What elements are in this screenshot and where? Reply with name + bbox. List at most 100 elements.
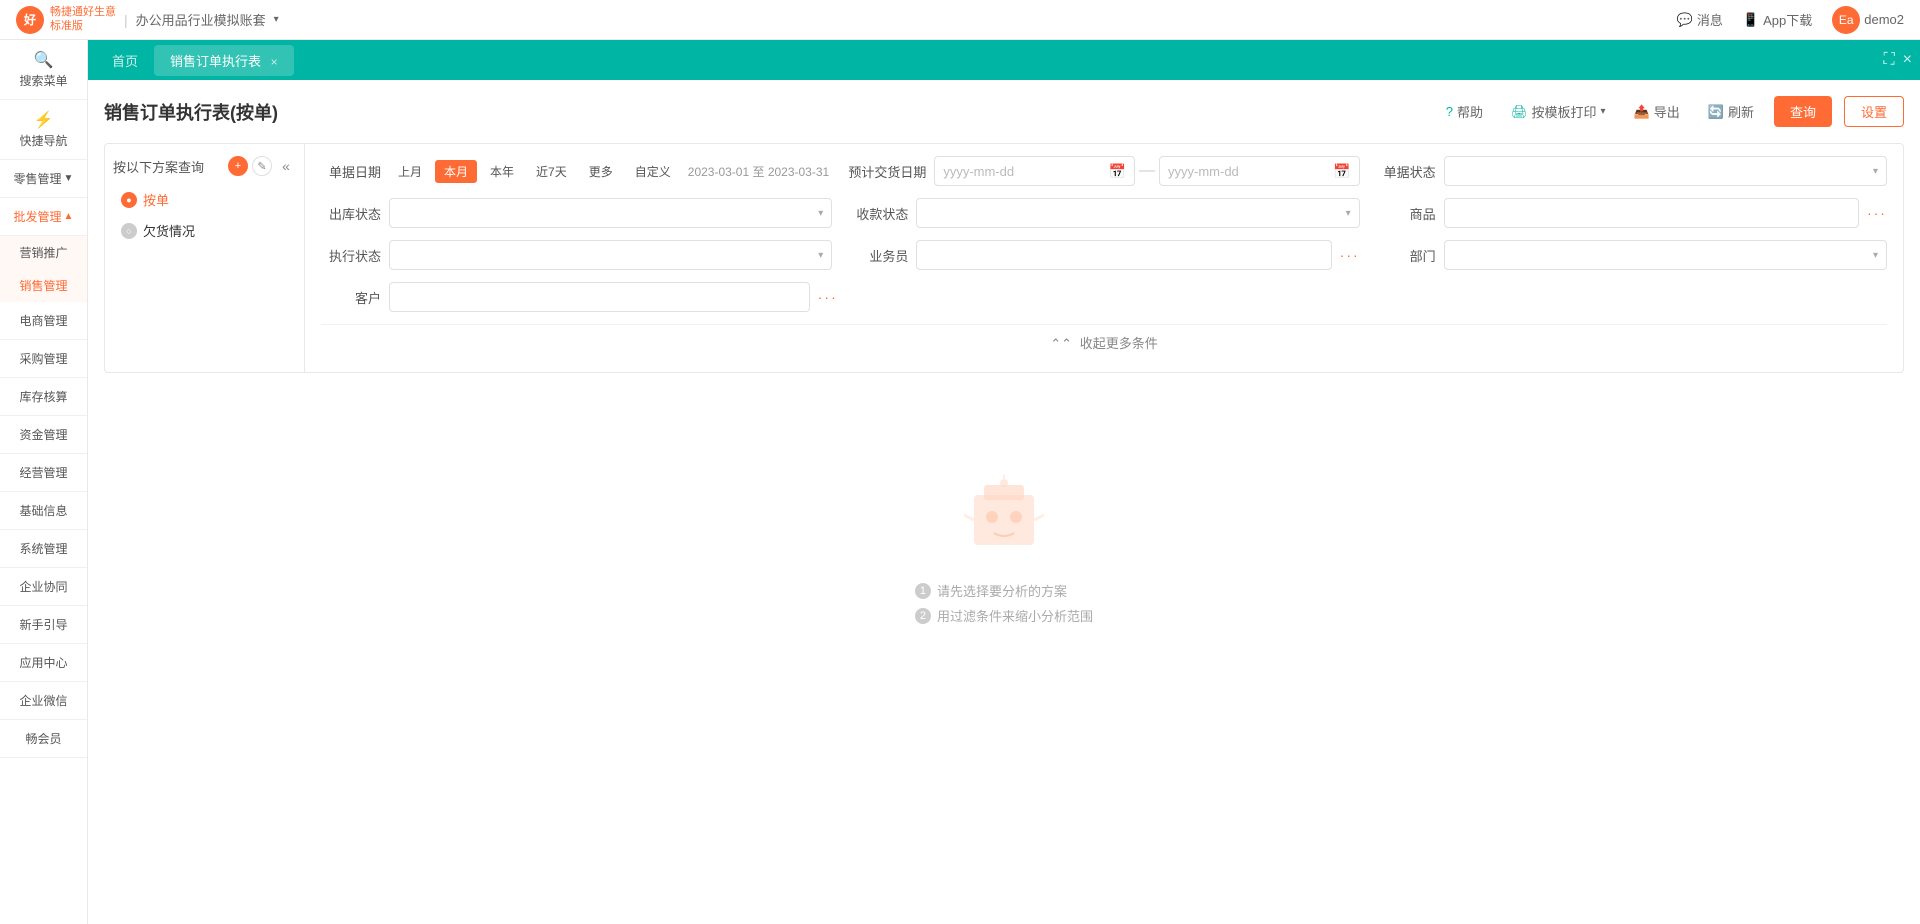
sidebar-item-label-marketing: 营销推广	[19, 244, 67, 261]
sidebar: 🔍 搜索菜单 ⚡ 快捷导航 零售管理 ▼ 批发管理 ▲ 营销推广 销售管理 电商…	[0, 40, 88, 924]
exec-status-select[interactable]: ▾	[389, 240, 832, 270]
filter-scheme-header: 按以下方案查询 + ✎ «	[113, 156, 296, 176]
tab-home[interactable]: 首页	[96, 45, 154, 76]
sidebar-item-marketing[interactable]: 营销推广	[0, 236, 87, 269]
sidebar-item-sales-mgmt[interactable]: 销售管理	[0, 269, 87, 302]
content-area: 首页 销售订单执行表 × ⛶ × 销售订单执行表(按单) ? 帮助	[88, 40, 1920, 924]
customer-input[interactable]	[389, 282, 810, 312]
sidebar-item-finance[interactable]: 资金管理	[0, 416, 87, 454]
edit-scheme-button[interactable]: ✎	[252, 156, 272, 176]
sidebar-item-inventory[interactable]: 库存核算	[0, 378, 87, 416]
refresh-button[interactable]: 🔄 刷新	[1700, 98, 1762, 125]
date-label: 单据日期	[321, 162, 381, 181]
msg-label: 消息	[1697, 10, 1723, 29]
expected-date-range: yyyy-mm-dd 📅 — yyyy-mm-dd 📅	[934, 156, 1359, 186]
sidebar-item-label-system: 系统管理	[19, 540, 67, 557]
breadcrumb-label[interactable]: 办公用品行业模拟账套	[136, 10, 266, 29]
breadcrumb-dropdown-icon[interactable]: ▾	[274, 14, 279, 25]
tip-text-2: 用过滤条件来缩小分析范围	[937, 606, 1093, 625]
sidebar-item-app-center[interactable]: 应用中心	[0, 644, 87, 682]
sidebar-item-member[interactable]: 畅会员	[0, 720, 87, 758]
empty-tip-1: 1 请先选择要分析的方案	[915, 581, 1093, 600]
sidebar-item-label-purchase: 采购管理	[19, 350, 67, 367]
export-button[interactable]: 📤 导出	[1626, 98, 1688, 125]
filter-panel: 按以下方案查询 + ✎ « ● 按单 ○ 欠货情况	[104, 143, 1904, 373]
date-this-month-btn[interactable]: 本月	[435, 160, 477, 183]
date-custom-btn[interactable]: 自定义	[626, 160, 680, 183]
order-status-select[interactable]: ▾	[1444, 156, 1887, 186]
goods-label: 商品	[1376, 204, 1436, 223]
page-header-actions: ? 帮助 🖨 按模板打印 ▾ 📤 导出 🔄 刷新	[1438, 96, 1904, 127]
sidebar-item-label-operation: 经营管理	[19, 464, 67, 481]
top-header: 好 畅捷通好生意 标准版 | 办公用品行业模拟账套 ▾ 💬 消息 📱 App下载…	[0, 0, 1920, 40]
scheme-label-欠货情况: 欠货情况	[143, 221, 195, 240]
expected-date-start[interactable]: yyyy-mm-dd 📅	[934, 156, 1135, 186]
sidebar-item-label-ecommerce: 电商管理	[19, 312, 67, 329]
date-7days-btn[interactable]: 近7天	[527, 160, 576, 183]
header-right: 💬 消息 📱 App下载 Ea demo2	[1677, 6, 1904, 34]
sidebar-item-label-newguide: 新手引导	[19, 616, 67, 633]
msg-button[interactable]: 💬 消息	[1677, 10, 1723, 29]
sidebar-item-wholesale-mgmt[interactable]: 批发管理 ▲	[0, 198, 87, 236]
maximize-icon[interactable]: ⛶	[1883, 51, 1894, 69]
sidebar-item-enterprise-collab[interactable]: 企业协同	[0, 568, 87, 606]
sidebar-item-new-guide[interactable]: 新手引导	[0, 606, 87, 644]
scheme-item-欠货情况[interactable]: ○ 欠货情况	[113, 215, 296, 246]
date-this-year-btn[interactable]: 本年	[481, 160, 523, 183]
query-button[interactable]: 查询	[1774, 96, 1832, 127]
delivery-status-select[interactable]: ▾	[389, 198, 832, 228]
sidebar-item-system-mgmt[interactable]: 系统管理	[0, 530, 87, 568]
customer-label: 客户	[321, 288, 381, 307]
filter-group-salesperson: 业务员 ···	[848, 240, 1359, 270]
salesperson-input[interactable]	[916, 240, 1331, 270]
sidebar-item-operation[interactable]: 经营管理	[0, 454, 87, 492]
settings-button[interactable]: 设置	[1844, 96, 1904, 127]
sidebar-item-search-menu[interactable]: 🔍 搜索菜单	[0, 40, 87, 100]
sidebar-item-retail-mgmt[interactable]: 零售管理 ▼	[0, 160, 87, 198]
payment-status-select[interactable]: ▾	[916, 198, 1359, 228]
filter-group-payment-status: 收款状态 ▾	[848, 198, 1359, 228]
tip-num-1: 1	[915, 583, 931, 599]
calendar-end-icon: 📅	[1333, 163, 1350, 180]
exec-status-label: 执行状态	[321, 246, 381, 265]
payment-dropdown-icon: ▾	[1346, 208, 1351, 219]
expected-date-end[interactable]: yyyy-mm-dd 📅	[1159, 156, 1360, 186]
date-range-sep: —	[1139, 162, 1155, 180]
print-button[interactable]: 🖨 按模板打印 ▾	[1503, 98, 1614, 125]
payment-status-label: 收款状态	[848, 204, 908, 223]
sidebar-item-purchase[interactable]: 采购管理	[0, 340, 87, 378]
date-more-btn[interactable]: 更多	[580, 160, 622, 183]
salesperson-more-icon[interactable]: ···	[1340, 247, 1360, 263]
page-title: 销售订单执行表(按单)	[104, 99, 278, 125]
user-profile[interactable]: Ea demo2	[1832, 6, 1904, 34]
goods-more-icon[interactable]: ···	[1867, 205, 1887, 221]
add-scheme-button[interactable]: +	[228, 156, 248, 176]
help-button[interactable]: ? 帮助	[1438, 98, 1491, 125]
collapse-scheme-button[interactable]: «	[276, 156, 296, 176]
delivery-status-label: 出库状态	[321, 204, 381, 223]
filter-scheme-icons: + ✎ «	[228, 156, 296, 176]
filter-scheme-panel: 按以下方案查询 + ✎ « ● 按单 ○ 欠货情况	[105, 144, 305, 372]
sidebar-item-enterprise-wechat[interactable]: 企业微信	[0, 682, 87, 720]
tip-num-2: 2	[915, 608, 931, 624]
expected-date-label: 预计交货日期	[848, 162, 926, 181]
sidebar-item-label-finance: 资金管理	[19, 426, 67, 443]
print-dropdown-icon: ▾	[1601, 106, 1606, 117]
app-download-button[interactable]: 📱 App下载	[1743, 10, 1812, 29]
filter-conditions: 单据日期 上月 本月 本年 近7天 更多 自定义 2023-03-01 至 20…	[305, 144, 1903, 372]
sidebar-item-basic-info[interactable]: 基础信息	[0, 492, 87, 530]
logo-area[interactable]: 好 畅捷通好生意 标准版	[16, 6, 116, 34]
close-window-icon[interactable]: ×	[1903, 51, 1912, 69]
collapse-more-conditions[interactable]: ⌃⌃ 收起更多条件	[321, 324, 1887, 360]
date-prev-month-btn[interactable]: 上月	[389, 160, 431, 183]
tab-close-icon[interactable]: ×	[271, 55, 278, 69]
goods-input[interactable]	[1444, 198, 1859, 228]
scheme-item-按单[interactable]: ● 按单	[113, 184, 296, 215]
sidebar-item-ecommerce[interactable]: 电商管理	[0, 302, 87, 340]
customer-more-icon[interactable]: ···	[818, 289, 838, 305]
department-select[interactable]: ▾	[1444, 240, 1887, 270]
sidebar-item-label-enterprise: 企业协同	[19, 578, 67, 595]
tab-sales-order-exec[interactable]: 销售订单执行表 ×	[154, 45, 294, 76]
wholesale-expand-icon: ▲	[64, 211, 74, 222]
sidebar-item-quick-nav[interactable]: ⚡ 快捷导航	[0, 100, 87, 160]
